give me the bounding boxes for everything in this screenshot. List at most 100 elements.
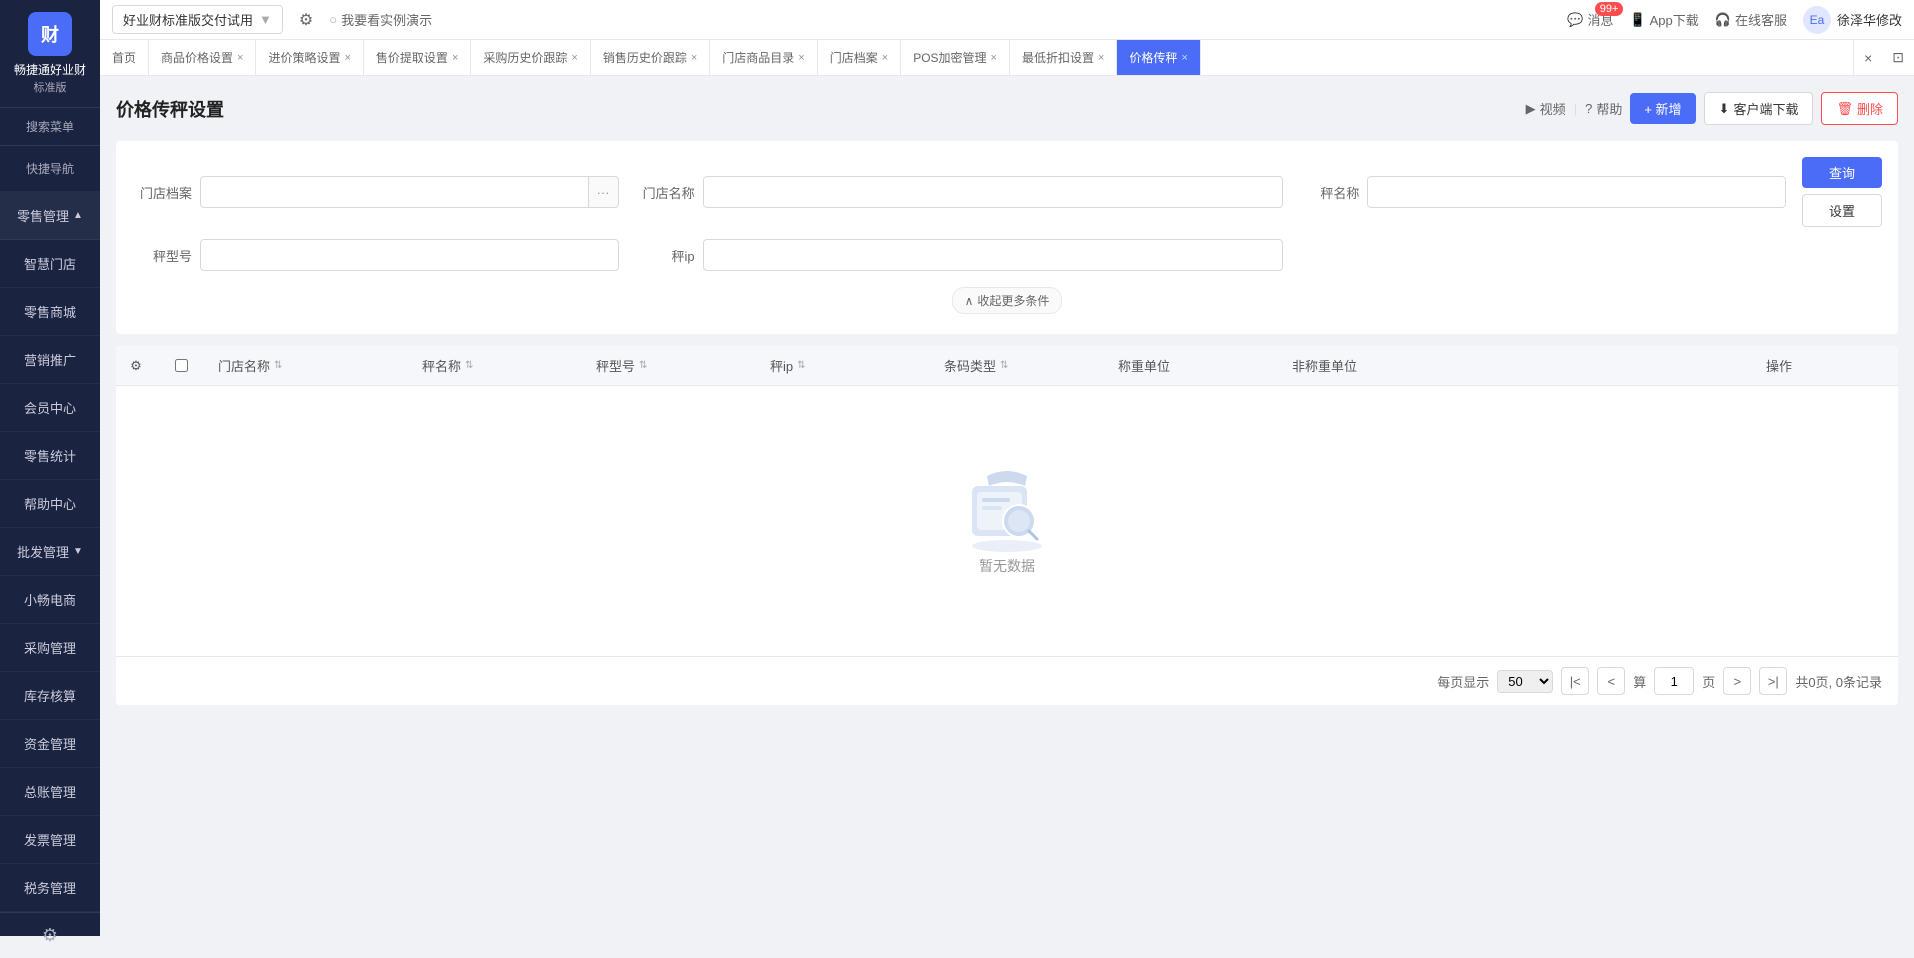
query-button[interactable]: 查询 — [1802, 157, 1882, 188]
tab-purchase-strategy[interactable]: 进价策略设置 × — [256, 40, 363, 75]
close-icon[interactable]: × — [1098, 52, 1104, 64]
tab-close-button[interactable]: × — [1854, 40, 1882, 76]
tab-product-price[interactable]: 商品价格设置 × — [149, 40, 256, 75]
messages-button[interactable]: 💬 消息 99+ — [1567, 10, 1613, 29]
sidebar-settings-button[interactable]: ⚙ — [0, 912, 100, 958]
tab-expand-button[interactable]: ⊡ — [1882, 40, 1914, 76]
close-icon[interactable]: × — [344, 52, 350, 64]
sidebar-item-marketing[interactable]: 营销推广 — [0, 336, 100, 384]
sidebar-item-finance[interactable]: 资金管理 — [0, 720, 100, 768]
last-page-button[interactable]: >| — [1759, 667, 1787, 695]
sort-icon: ⇅ — [797, 360, 805, 371]
th-action-label: 操作 — [1766, 356, 1792, 375]
store-profile-ellipsis-button[interactable]: ··· — [589, 176, 619, 208]
store-profile-input[interactable] — [200, 176, 589, 208]
tab-store-catalog[interactable]: 门店商品目录 × — [710, 40, 817, 75]
tab-store-profile[interactable]: 门店档案 × — [818, 40, 901, 75]
th-scale-name[interactable]: 秤名称 ⇅ — [410, 346, 584, 385]
th-scale-ip[interactable]: 秤ip ⇅ — [758, 346, 932, 385]
close-icon[interactable]: × — [571, 52, 577, 64]
delete-button[interactable]: 🗑 删除 — [1821, 92, 1898, 125]
sidebar-item-purchase[interactable]: 采购管理 — [0, 624, 100, 672]
close-icon[interactable]: × — [882, 52, 888, 64]
sidebar-arrow-down-icon: ▼ — [73, 546, 83, 557]
app-subtitle: 标准版 — [8, 79, 92, 95]
sidebar-item-retail-mall[interactable]: 零售商城 — [0, 288, 100, 336]
topbar-settings-button[interactable]: ⚙ — [291, 6, 321, 34]
delete-icon: 🗑 — [1836, 101, 1853, 117]
topbar-demo-link[interactable]: ○ 我要看实例演示 — [329, 10, 432, 29]
sidebar-item-tax[interactable]: 税务管理 — [0, 864, 100, 912]
th-weight-unit: 称重单位 — [1106, 346, 1280, 385]
video-link[interactable]: ▶ 视频 — [1526, 99, 1566, 118]
page-unit: 页 — [1702, 672, 1715, 691]
th-scale-model[interactable]: 秤型号 ⇅ — [584, 346, 758, 385]
close-icon[interactable]: × — [691, 52, 697, 64]
tab-purchase-history-label: 采购历史价跟踪 — [483, 49, 567, 66]
sidebar-item-wholesale-label: 批发管理 — [17, 542, 69, 561]
tab-product-price-label: 商品价格设置 — [161, 49, 233, 66]
topbar: 好业财标准版交付试用 ▼ ⚙ ○ 我要看实例演示 💬 消息 99+ 📱 App下… — [100, 0, 1914, 40]
sidebar: 财 畅捷通好业财 标准版 搜索菜单 快捷导航 零售管理 ▲ 智慧门店 零售商城 … — [0, 0, 100, 936]
settings-col-icon: ⚙ — [130, 358, 142, 374]
close-icon[interactable]: × — [991, 52, 997, 64]
close-icon[interactable]: × — [237, 52, 243, 64]
user-menu-button[interactable]: Ea 徐泽华修改 — [1803, 6, 1902, 34]
th-settings[interactable]: ⚙ — [116, 348, 156, 384]
version-selector[interactable]: 好业财标准版交付试用 ▼ — [112, 5, 283, 34]
store-name-input[interactable] — [703, 176, 1284, 208]
tab-min-discount[interactable]: 最低折扣设置 × — [1010, 40, 1117, 75]
sidebar-item-inventory[interactable]: 库存核算 — [0, 672, 100, 720]
collapse-up-icon: ∧ — [965, 294, 974, 308]
collapse-button[interactable]: ∧ 收起更多条件 — [952, 287, 1063, 314]
th-non-weight-unit: 非称重单位 — [1280, 346, 1754, 385]
store-profile-input-group: ··· — [200, 176, 619, 208]
field-store-profile: 门店档案 ··· — [132, 176, 619, 208]
online-service-button[interactable]: 🎧 在线客服 — [1715, 10, 1787, 29]
help-link[interactable]: ? 帮助 — [1585, 99, 1622, 118]
online-service-label: 在线客服 — [1735, 10, 1787, 29]
tab-sale-price[interactable]: 售价提取设置 × — [364, 40, 471, 75]
scale-model-input[interactable] — [200, 239, 619, 271]
next-page-button[interactable]: > — [1723, 667, 1751, 695]
tab-home[interactable]: 首页 — [100, 40, 149, 75]
field-store-name: 门店名称 — [635, 176, 1284, 208]
th-store-name[interactable]: 门店名称 ⇅ — [206, 346, 410, 385]
settings-button[interactable]: 设置 — [1802, 194, 1882, 227]
sidebar-item-retail[interactable]: 零售管理 ▲ — [0, 192, 100, 240]
select-all-checkbox[interactable] — [175, 359, 188, 372]
scale-ip-input[interactable] — [703, 239, 1284, 271]
download-button[interactable]: ⬇ 客户端下载 — [1704, 92, 1814, 125]
video-label: 视频 — [1540, 99, 1566, 118]
messages-count: 99+ — [1595, 2, 1624, 16]
th-barcode-type[interactable]: 条码类型 ⇅ — [932, 346, 1106, 385]
scale-name-input[interactable] — [1367, 176, 1786, 208]
th-checkbox[interactable] — [156, 349, 206, 382]
help-icon: ? — [1585, 101, 1592, 116]
first-page-button[interactable]: |< — [1561, 667, 1589, 695]
close-icon[interactable]: × — [798, 52, 804, 64]
sidebar-item-wholesale[interactable]: 批发管理 ▼ — [0, 528, 100, 576]
sidebar-search[interactable]: 搜索菜单 — [0, 108, 100, 146]
add-button[interactable]: + 新增 — [1630, 93, 1695, 124]
prev-page-button[interactable]: < — [1597, 667, 1625, 695]
sidebar-item-retail-stats[interactable]: 零售统计 — [0, 432, 100, 480]
sidebar-item-member[interactable]: 会员中心 — [0, 384, 100, 432]
page-number-input[interactable] — [1654, 667, 1694, 695]
per-page-select[interactable]: 50 10 20 100 — [1497, 670, 1553, 693]
sidebar-item-general-ledger[interactable]: 总账管理 — [0, 768, 100, 816]
sidebar-item-help[interactable]: 帮助中心 — [0, 480, 100, 528]
tab-store-profile-label: 门店档案 — [830, 49, 878, 66]
sidebar-item-xiaochang[interactable]: 小畅电商 — [0, 576, 100, 624]
close-icon[interactable]: × — [452, 52, 458, 64]
th-barcode-type-label: 条码类型 — [944, 356, 996, 375]
sidebar-logo[interactable]: 财 畅捷通好业财 标准版 — [0, 0, 100, 108]
app-download-button[interactable]: 📱 App下载 — [1629, 10, 1698, 29]
sidebar-item-smart-store[interactable]: 智慧门店 — [0, 240, 100, 288]
tab-pos-encrypt[interactable]: POS加密管理 × — [901, 40, 1010, 75]
close-icon[interactable]: × — [1181, 52, 1187, 64]
tab-purchase-history[interactable]: 采购历史价跟踪 × — [471, 40, 590, 75]
tab-sale-history[interactable]: 销售历史价跟踪 × — [591, 40, 710, 75]
sidebar-item-invoice[interactable]: 发票管理 — [0, 816, 100, 864]
tab-price-scale[interactable]: 价格传秤 × — [1117, 40, 1200, 75]
